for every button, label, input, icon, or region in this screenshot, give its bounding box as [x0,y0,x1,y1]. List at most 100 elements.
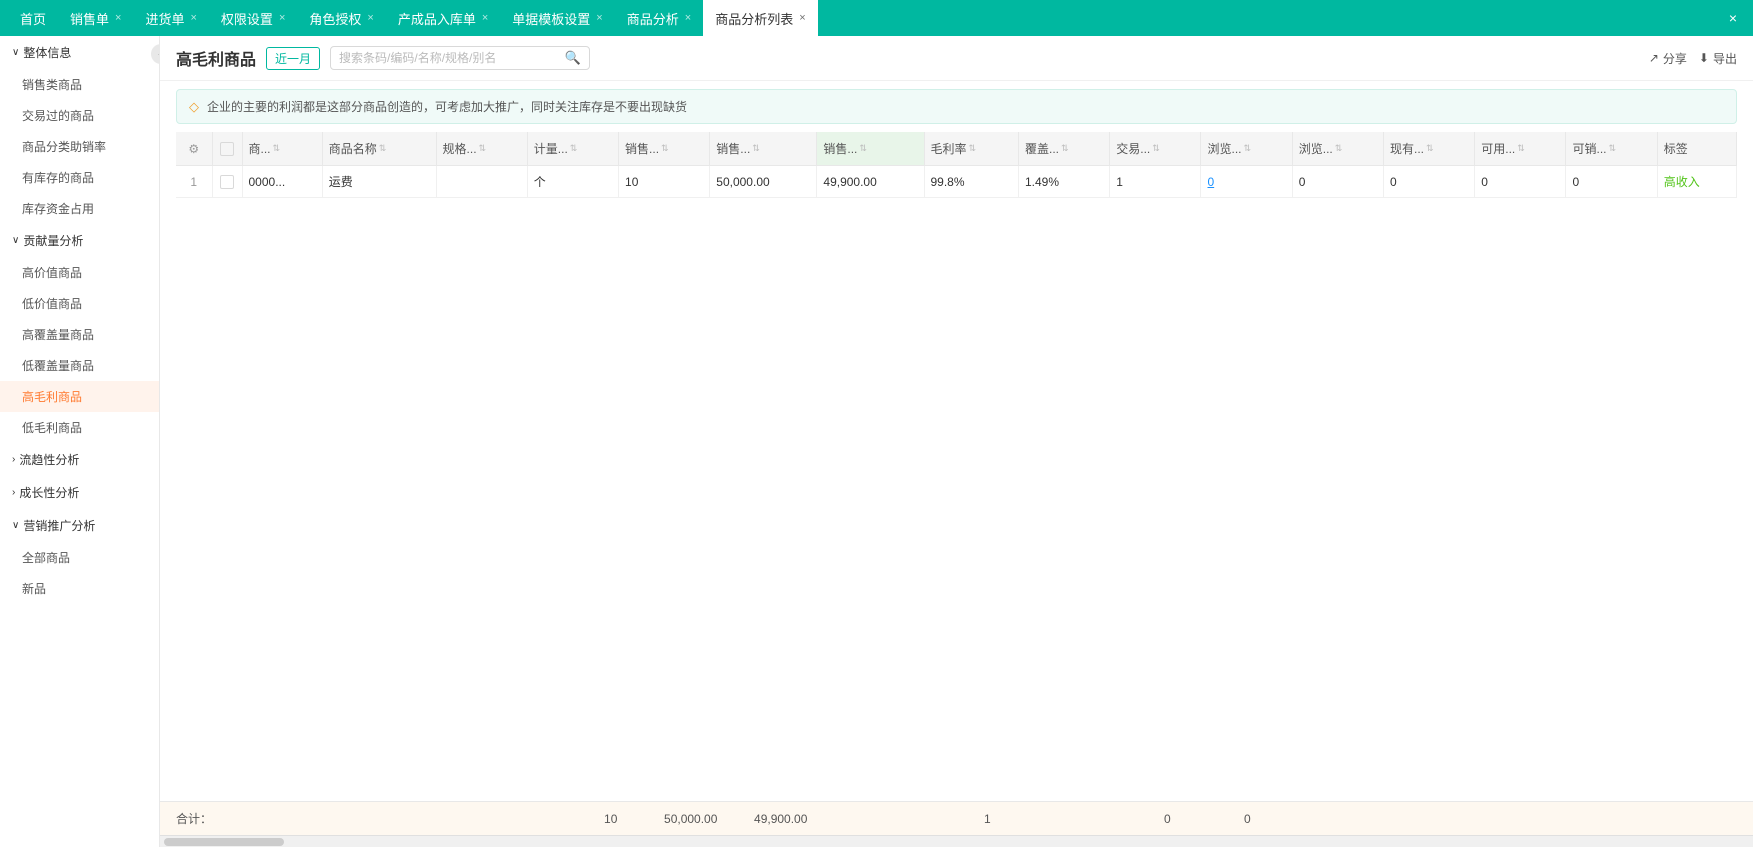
nav-purchase-order[interactable]: 进货单 × [133,0,208,36]
nav-finished-goods[interactable]: 产成品入库单 × [386,0,500,36]
search-box: 🔍 [330,46,590,70]
sort-icon: ⇅ [379,143,387,154]
nav-permission-settings[interactable]: 权限设置 × [209,0,297,36]
nav-sales-order[interactable]: 销售单 × [58,0,133,36]
main-layout: « ∨ 整体信息 销售类商品 交易过的商品 商品分类助销率 有库存的商品 库存资… [0,36,1753,847]
th-coverage[interactable]: 覆盖... ⇅ [1018,132,1109,166]
sidebar-item-sales-goods[interactable]: 销售类商品 [0,69,159,100]
sidebar-item-low-coverage[interactable]: 低覆盖量商品 [0,350,159,381]
th-code[interactable]: 商... ⇅ [242,132,322,166]
transactions: 1 [1110,166,1201,198]
th-transactions[interactable]: 交易... ⇅ [1110,132,1201,166]
sidebar-item-high-coverage[interactable]: 高覆盖量商品 [0,319,159,350]
close-icon[interactable]: × [279,12,285,24]
sidebar-item-low-value[interactable]: 低价值商品 [0,288,159,319]
nav-product-analysis[interactable]: 商品分析 × [615,0,703,36]
sidebar-group-growth: › 成长性分析 [0,476,159,509]
sidebar-item-stock-capital[interactable]: 库存资金占用 [0,193,159,224]
th-sales-amount[interactable]: 销售... ⇅ [710,132,817,166]
export-button[interactable]: ⬇ 导出 [1699,50,1737,67]
sort-icon: ⇅ [1335,143,1343,154]
sidebar-group-overview-header[interactable]: ∨ 整体信息 [0,36,159,69]
product-spec [436,166,527,198]
th-sales-qty[interactable]: 销售... ⇅ [619,132,710,166]
footer-totals: 合计： 10 50,000.00 49,900.00 1 0 0 [160,801,1753,835]
sidebar-item-new-goods[interactable]: 新品 [0,573,159,604]
sidebar-item-high-value[interactable]: 高价值商品 [0,257,159,288]
product-table: ⚙ 商... ⇅ 商品名称 [176,132,1737,198]
share-button[interactable]: ↗ 分享 [1649,50,1687,67]
row-checkbox[interactable] [212,166,242,198]
close-icon[interactable]: × [367,12,373,24]
sidebar-item-high-margin[interactable]: 高毛利商品 [0,381,159,412]
sidebar-group-growth-header[interactable]: › 成长性分析 [0,476,159,509]
close-icon[interactable]: × [685,12,691,24]
chevron-right-icon: › [12,487,15,498]
sidebar: « ∨ 整体信息 销售类商品 交易过的商品 商品分类助销率 有库存的商品 库存资… [0,36,160,847]
footer-sales-cost: 49,900.00 [754,812,844,826]
window-close-button[interactable]: × [1729,10,1745,26]
sort-icon: ⇅ [1152,143,1160,154]
product-name: 运费 [322,166,436,198]
select-all-checkbox[interactable] [220,142,234,156]
sidebar-item-low-margin[interactable]: 低毛利商品 [0,412,159,443]
sidebar-group-marketing-header[interactable]: ∨ 营销推广分析 [0,509,159,542]
sidebar-item-traded-goods[interactable]: 交易过的商品 [0,100,159,131]
sidebar-group-trend-header[interactable]: › 流趋性分析 [0,443,159,476]
th-spec[interactable]: 规格... ⇅ [436,132,527,166]
views1[interactable]: 0 [1201,166,1292,198]
nav-product-analysis-list[interactable]: 商品分析列表 × [703,0,817,36]
gross-margin: 99.8% [924,166,1018,198]
footer-sales-amount: 50,000.00 [664,812,754,826]
th-settings[interactable]: ⚙ [176,132,212,166]
nav-role-auth[interactable]: 角色授权 × [297,0,385,36]
sort-icon: ⇅ [1609,143,1617,154]
close-icon[interactable]: × [596,12,602,24]
sales-amount: 50,000.00 [710,166,817,198]
settings-icon[interactable]: ⚙ [188,142,199,156]
product-tag: 高收入 [1657,166,1736,198]
info-icon: ◇ [189,99,199,115]
th-views1[interactable]: 浏览... ⇅ [1201,132,1292,166]
export-icon: ⬇ [1699,51,1709,65]
nav-home[interactable]: 首页 [8,0,58,36]
close-icon[interactable]: × [115,12,121,24]
th-name[interactable]: 商品名称 ⇅ [322,132,436,166]
footer-transactions: 1 [984,812,1044,826]
nav-template-settings[interactable]: 单据模板设置 × [500,0,614,36]
table-header-row: ⚙ 商... ⇅ 商品名称 [176,132,1737,166]
close-icon[interactable]: × [190,12,196,24]
th-views2[interactable]: 浏览... ⇅ [1292,132,1383,166]
header-actions: ↗ 分享 ⬇ 导出 [1649,50,1737,67]
sidebar-item-stocked-goods[interactable]: 有库存的商品 [0,162,159,193]
coverage: 1.49% [1018,166,1109,198]
close-icon[interactable]: × [799,12,805,24]
horizontal-scrollbar[interactable] [160,835,1753,847]
product-code: 0000... [242,166,322,198]
th-unit[interactable]: 计量... ⇅ [527,132,618,166]
sidebar-group-contribution-header[interactable]: ∨ 贡献量分析 [0,224,159,257]
chevron-down-icon: ∨ [12,235,19,246]
search-icon[interactable]: 🔍 [565,50,581,66]
th-gross-margin[interactable]: 毛利率 ⇅ [924,132,1018,166]
th-sales-cost[interactable]: 销售... ⇅ [817,132,924,166]
search-input[interactable] [339,51,565,65]
th-available-stock[interactable]: 可用... ⇅ [1475,132,1566,166]
th-saleable-stock[interactable]: 可销... ⇅ [1566,132,1657,166]
th-checkbox[interactable] [212,132,242,166]
scrollbar-thumb[interactable] [164,838,284,846]
th-current-stock[interactable]: 现有... ⇅ [1383,132,1474,166]
close-icon[interactable]: × [482,12,488,24]
saleable-stock: 0 [1566,166,1657,198]
current-stock: 0 [1383,166,1474,198]
sidebar-item-all-goods[interactable]: 全部商品 [0,542,159,573]
sidebar-item-category-rate[interactable]: 商品分类助销率 [0,131,159,162]
content-header: 高毛利商品 近一月 🔍 ↗ 分享 ⬇ 导出 [160,36,1753,81]
sales-cost: 49,900.00 [817,166,924,198]
sort-icon: ⇅ [969,143,977,154]
period-button[interactable]: 近一月 [266,47,320,70]
table-container: ⚙ 商... ⇅ 商品名称 [176,132,1737,801]
sort-icon: ⇅ [752,143,760,154]
product-unit: 个 [527,166,618,198]
th-tag[interactable]: 标签 [1657,132,1736,166]
